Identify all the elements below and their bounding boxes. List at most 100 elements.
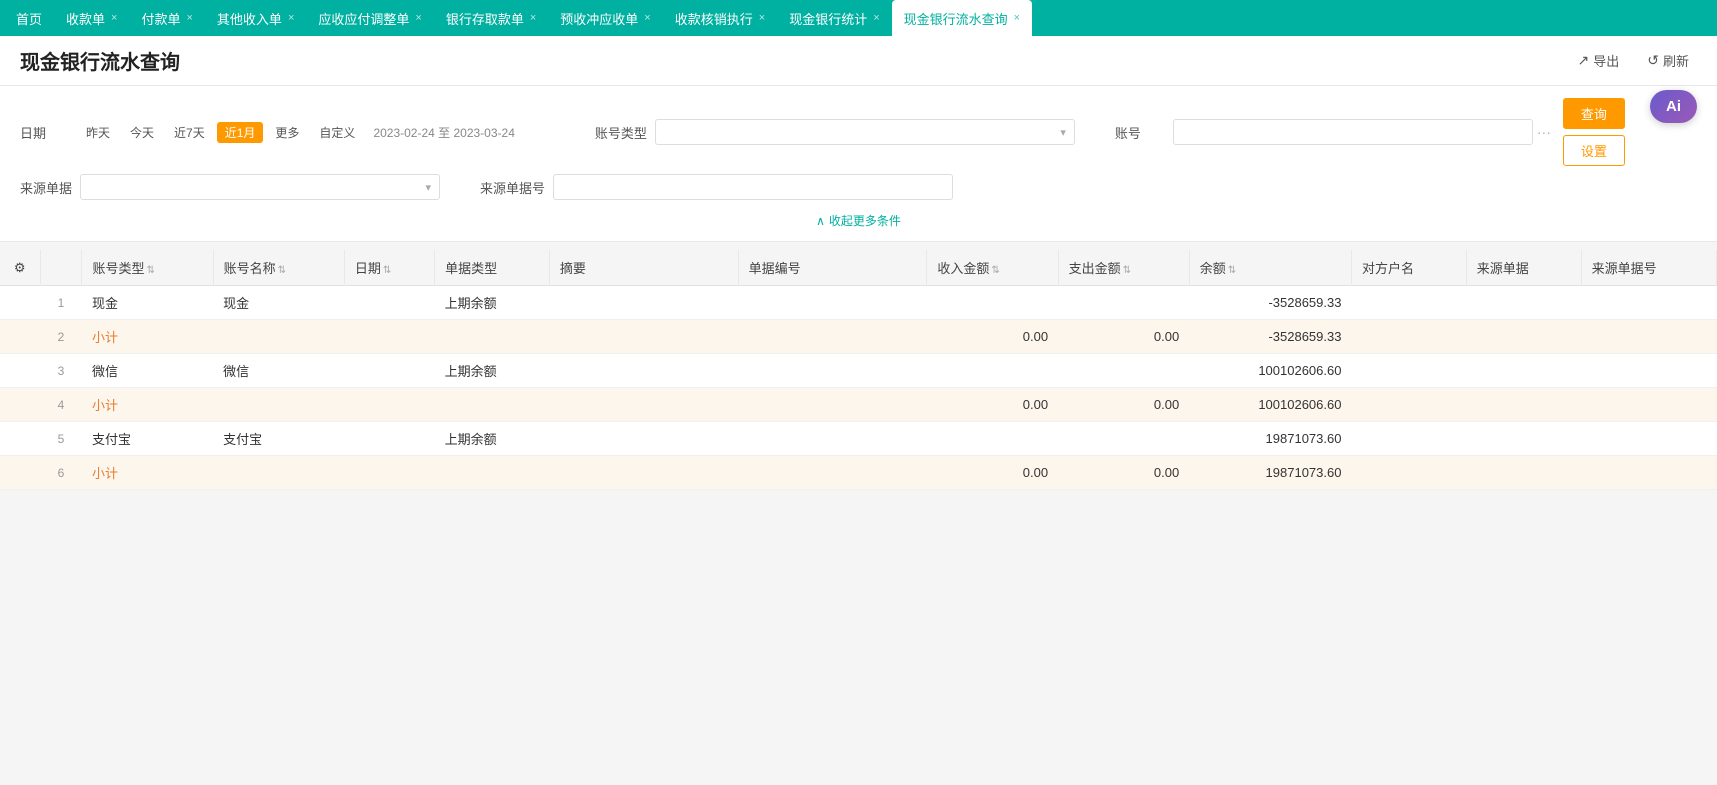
tab-payment[interactable]: 付款单 × (129, 0, 204, 36)
tab-cash-stat[interactable]: 现金银行统计 × (777, 0, 891, 36)
date-btn-7days[interactable]: 近7天 (166, 122, 213, 143)
tab-cash-flow[interactable]: 现金银行流水查询 × (892, 0, 1032, 36)
source-doc-label: 来源单据 (20, 178, 72, 197)
close-payment-icon[interactable]: × (186, 12, 192, 24)
collapse-bar[interactable]: ∧ 收起更多条件 (20, 208, 1697, 233)
cell-balance: 19871073.60 (1189, 422, 1351, 456)
cell-summary (549, 320, 738, 354)
cell-balance: 100102606.60 (1189, 388, 1351, 422)
table-row: 1 现金 现金 上期余额 -3528659.33 (0, 286, 1717, 320)
filter-row-date: 日期 昨天 今天 近7天 近1月 更多 自定义 2023-02-24 至 202… (20, 98, 1697, 166)
export-button[interactable]: ↗ 导出 (1570, 47, 1628, 74)
tab-receipt[interactable]: 收款单 × (54, 0, 129, 36)
cell-source-doc (1466, 354, 1581, 388)
account-input[interactable] (1173, 119, 1533, 145)
cell-income (927, 422, 1058, 456)
col-balance[interactable]: 余额⇅ (1189, 250, 1351, 286)
cell-source-doc-no (1581, 286, 1716, 320)
account-type-input[interactable]: ▾ (655, 119, 1075, 145)
source-doc-input[interactable]: ▾ (80, 174, 440, 200)
table-row: 4 小计 0.00 0.00 100102606.60 (0, 388, 1717, 422)
tab-other-income[interactable]: 其他收入单 × (205, 0, 306, 36)
cell-account-type: 微信 (82, 354, 213, 388)
close-other-income-icon[interactable]: × (288, 12, 294, 24)
account-type-label: 账号类型 (595, 123, 647, 142)
cell-date (344, 354, 434, 388)
close-ar-adjust-icon[interactable]: × (415, 12, 421, 24)
col-source-doc-no: 来源单据号 (1581, 250, 1716, 286)
cell-income: 0.00 (927, 456, 1058, 490)
date-btn-more[interactable]: 更多 (267, 122, 307, 143)
query-button[interactable]: 查询 (1563, 98, 1625, 129)
tab-ar-adjust-label: 应收应付调整单 (318, 9, 409, 28)
account-label: 账号 (1115, 123, 1165, 142)
cell-counterpart (1351, 354, 1466, 388)
cell-seq: 6 (40, 456, 82, 490)
cell-summary (549, 388, 738, 422)
tab-cash-stat-label: 现金银行统计 (789, 9, 867, 28)
col-expense[interactable]: 支出金额⇅ (1058, 250, 1189, 286)
cell-gear (0, 286, 40, 320)
collapse-label: 收起更多条件 (829, 212, 901, 229)
tab-writeoff[interactable]: 收款核销执行 × (663, 0, 777, 36)
date-label: 日期 (20, 123, 70, 142)
cell-account-type: 现金 (82, 286, 213, 320)
source-doc-no-input[interactable] (553, 174, 953, 200)
tab-bank-deposit[interactable]: 银行存取款单 × (434, 0, 548, 36)
close-receipt-icon[interactable]: × (111, 12, 117, 24)
settings-button[interactable]: 设置 (1563, 135, 1625, 166)
cell-doc-type (435, 456, 550, 490)
cell-counterpart (1351, 388, 1466, 422)
date-btn-1month[interactable]: 近1月 (217, 122, 264, 143)
cell-counterpart (1351, 422, 1466, 456)
cell-doc-no (738, 286, 927, 320)
cell-balance: -3528659.33 (1189, 286, 1351, 320)
tab-pre-receive[interactable]: 预收冲应收单 × (548, 0, 662, 36)
tab-payment-label: 付款单 (141, 9, 180, 28)
source-doc-no-field: 来源单据号 (480, 174, 953, 200)
cell-expense (1058, 422, 1189, 456)
cell-doc-no (738, 422, 927, 456)
tab-pre-receive-label: 预收冲应收单 (560, 9, 638, 28)
col-source-doc: 来源单据 (1466, 250, 1581, 286)
cell-doc-type (435, 320, 550, 354)
col-gear[interactable]: ⚙ (0, 250, 40, 286)
ai-label: Ai (1666, 98, 1681, 115)
filter-area: 日期 昨天 今天 近7天 近1月 更多 自定义 2023-02-24 至 202… (0, 86, 1717, 242)
close-bank-deposit-icon[interactable]: × (530, 12, 536, 24)
close-pre-receive-icon[interactable]: × (644, 12, 650, 24)
cell-gear (0, 422, 40, 456)
refresh-button[interactable]: ↺ 刷新 (1639, 47, 1697, 74)
col-account-type[interactable]: 账号类型⇅ (82, 250, 213, 286)
cell-source-doc (1466, 286, 1581, 320)
cell-source-doc-no (1581, 456, 1716, 490)
date-btn-custom[interactable]: 自定义 (311, 122, 363, 143)
cell-gear (0, 354, 40, 388)
col-income[interactable]: 收入金额⇅ (927, 250, 1058, 286)
close-cash-stat-icon[interactable]: × (873, 12, 879, 24)
date-btn-today[interactable]: 今天 (122, 122, 162, 143)
cell-seq: 2 (40, 320, 82, 354)
close-writeoff-icon[interactable]: × (759, 12, 765, 24)
tab-ar-adjust[interactable]: 应收应付调整单 × (306, 0, 433, 36)
col-account-name[interactable]: 账号名称⇅ (213, 250, 344, 286)
close-cash-flow-icon[interactable]: × (1014, 12, 1020, 24)
ai-badge[interactable]: Ai (1650, 90, 1697, 123)
cell-summary (549, 354, 738, 388)
cell-date (344, 456, 434, 490)
col-summary: 摘要 (549, 250, 738, 286)
date-btn-yesterday[interactable]: 昨天 (78, 122, 118, 143)
cell-account-type: 小计 (82, 388, 213, 422)
cell-account-type: 小计 (82, 320, 213, 354)
cell-balance: 100102606.60 (1189, 354, 1351, 388)
cell-date (344, 286, 434, 320)
tab-home[interactable]: 首页 (4, 0, 54, 36)
col-date[interactable]: 日期⇅ (344, 250, 434, 286)
source-doc-no-text-input[interactable] (562, 180, 944, 194)
tab-writeoff-label: 收款核销执行 (675, 9, 753, 28)
cell-counterpart (1351, 286, 1466, 320)
tab-home-label: 首页 (16, 9, 42, 28)
account-dots-icon[interactable]: ··· (1537, 124, 1551, 140)
cell-date (344, 422, 434, 456)
cell-account-name: 现金 (213, 286, 344, 320)
